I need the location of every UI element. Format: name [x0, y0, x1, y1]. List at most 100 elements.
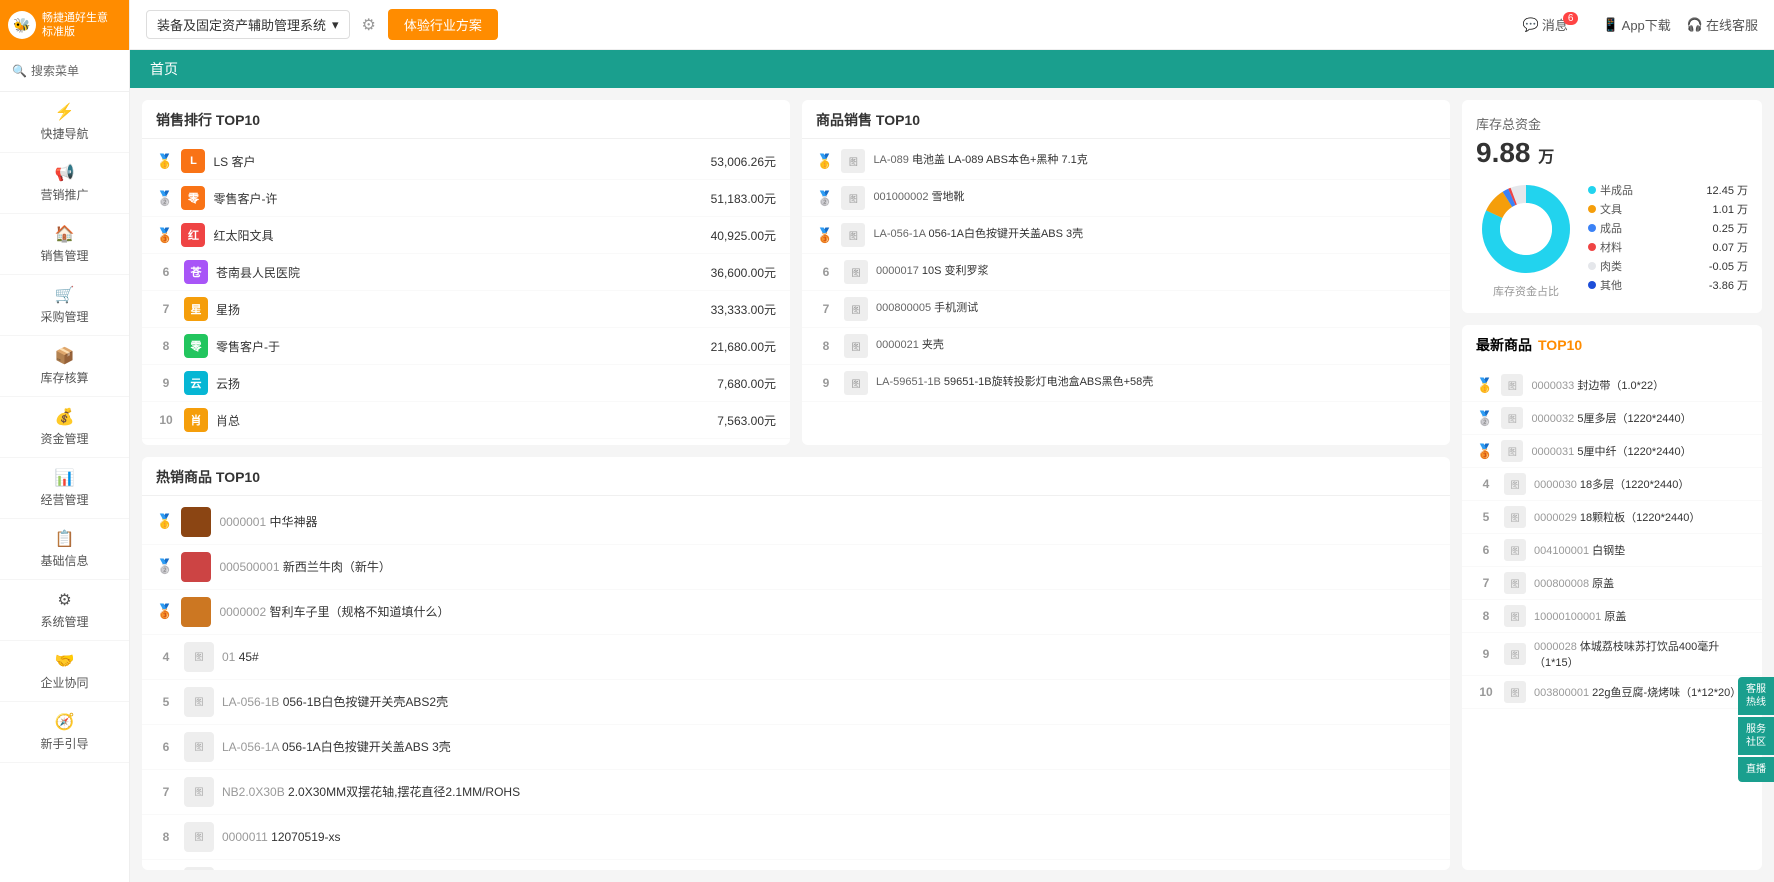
main-area: 装备及固定资产辅助管理系统 ▾ ⚙ 体验行业方案 💬 消息 6 📱 App下载 …: [130, 0, 1774, 882]
customer-avatar: 红: [181, 223, 205, 247]
headset-icon: 🎧: [1687, 17, 1703, 33]
hot-product-image: [181, 507, 211, 537]
legend-value: -0.05 万: [1709, 258, 1748, 274]
nav-icon-system: ⚙: [57, 590, 71, 610]
product-rank-header: 商品销售 TOP10: [802, 100, 1450, 139]
sidebar-item-purchase[interactable]: 🛒采购管理: [0, 275, 129, 336]
nav-icon-operations: 📊: [55, 468, 75, 488]
legend-item: 其他 -3.86 万: [1588, 277, 1748, 293]
topbar: 装备及固定资产辅助管理系统 ▾ ⚙ 体验行业方案 💬 消息 6 📱 App下载 …: [130, 0, 1774, 50]
legend-value: 0.07 万: [1713, 239, 1748, 255]
sidebar-item-sales[interactable]: 🏠销售管理: [0, 214, 129, 275]
legend-dot: [1588, 243, 1596, 251]
latest-products-list: 🥇 图 0000033 封边带（1.0*22） 🥈 图 0000032 5厘多层…: [1462, 365, 1762, 870]
search-menu-btn[interactable]: 🔍 搜索菜单: [8, 58, 121, 83]
online-service-btn[interactable]: 🎧 在线客服: [1687, 15, 1758, 34]
latest-product-item: 4 图 0000030 18多层（1220*2440）: [1462, 468, 1762, 501]
sales-value: 53,006.26元: [711, 153, 776, 170]
hot-product-item: 9 图 KK-SD22110H 花语萌值温分罐罐袋（厚款）: [142, 860, 1450, 870]
product-rank-item: 🥈 图 001000002 雪地靴: [802, 180, 1450, 217]
product-image: 图: [841, 149, 865, 173]
latest-product-image: 图: [1504, 572, 1526, 594]
nav-icon-inventory: 📦: [55, 346, 75, 366]
nav-icon-quick-nav: ⚡: [55, 102, 75, 122]
hot-product-image: [181, 597, 211, 627]
sidebar-item-inventory[interactable]: 📦库存核算: [0, 336, 129, 397]
float-btn-0[interactable]: 客服 热线: [1738, 677, 1774, 715]
nav-icon-finance: 💰: [55, 407, 75, 427]
hot-product-image: 图: [184, 777, 214, 807]
legend-value: 0.25 万: [1713, 220, 1748, 236]
search-icon: 🔍: [12, 64, 27, 78]
sidebar-item-operations[interactable]: 📊经营管理: [0, 458, 129, 519]
latest-product-image: 图: [1501, 440, 1523, 462]
sales-value: 40,925.00元: [711, 227, 776, 244]
sidebar-item-guide[interactable]: 🧭新手引导: [0, 702, 129, 763]
sidebar-item-basic[interactable]: 📋基础信息: [0, 519, 129, 580]
sales-rank-item: 🥈 零 零售客户-许 51,183.00元: [142, 180, 790, 217]
customer-name: 零售客户-许: [213, 190, 702, 207]
sidebar: 🐝 畅捷通好生意 标准版 🔍 搜索菜单 ⚡快捷导航📢营销推广🏠销售管理🛒采购管理…: [0, 0, 130, 882]
sales-value: 7,563.00元: [717, 412, 776, 429]
product-rank-list: 🥇 图 LA-089 电池盖 LA-089 ABS本色+黑种 7.1克 🥈 图 …: [802, 139, 1450, 445]
sales-rank-card: 销售排行 TOP10 🥇 L LS 客户 53,006.26元 🥈 零 零售客户…: [142, 100, 790, 445]
sidebar-item-quick-nav[interactable]: ⚡快捷导航: [0, 92, 129, 153]
system-name: 装备及固定资产辅助管理系统: [157, 15, 326, 34]
legend-label: 材料: [1600, 239, 1622, 255]
hot-product-image: [181, 552, 211, 582]
col-left-mid: 销售排行 TOP10 🥇 L LS 客户 53,006.26元 🥈 零 零售客户…: [142, 100, 1450, 870]
nav-icon-cooperation: 🤝: [55, 651, 75, 671]
latest-product-image: 图: [1504, 473, 1526, 495]
sidebar-item-marketing[interactable]: 📢营销推广: [0, 153, 129, 214]
legend-dot: [1588, 262, 1596, 270]
nav-icon-purchase: 🛒: [55, 285, 75, 305]
sidebar-item-cooperation[interactable]: 🤝企业协同: [0, 641, 129, 702]
legend-dot: [1588, 205, 1596, 213]
top-section: 销售排行 TOP10 🥇 L LS 客户 53,006.26元 🥈 零 零售客户…: [142, 100, 1450, 445]
app-download-btn[interactable]: 📱 App下载: [1602, 15, 1670, 34]
sales-rank-item: 6 苍 苍南县人民医院 36,600.00元: [142, 254, 790, 291]
logo-icon: 🐝: [8, 11, 36, 39]
hot-product-item: 🥉 0000002 智利车子里（规格不知道填什么）: [142, 590, 1450, 635]
latest-product-image: 图: [1501, 407, 1523, 429]
legend-item: 成品 0.25 万: [1588, 220, 1748, 236]
sales-rank-item: 10 肖 肖总 7,563.00元: [142, 402, 790, 439]
system-select[interactable]: 装备及固定资产辅助管理系统 ▾: [146, 10, 350, 39]
product-rank-item: 🥇 图 LA-089 电池盖 LA-089 ABS本色+黑种 7.1克: [802, 143, 1450, 180]
sidebar-search[interactable]: 🔍 搜索菜单: [0, 50, 129, 92]
hot-product-item: 4 图 01 45#: [142, 635, 1450, 680]
sales-rank-item: 🥉 红 红太阳文具 40,925.00元: [142, 217, 790, 254]
sidebar-item-finance[interactable]: 💰资金管理: [0, 397, 129, 458]
sales-value: 21,680.00元: [711, 338, 776, 355]
hot-product-image: 图: [184, 732, 214, 762]
latest-product-image: 图: [1504, 605, 1526, 627]
customer-name: 肖总: [216, 412, 709, 429]
sales-rank-list: 🥇 L LS 客户 53,006.26元 🥈 零 零售客户-许 51,183.0…: [142, 139, 790, 445]
float-btn-1[interactable]: 服务 社区: [1738, 717, 1774, 755]
sidebar-item-system[interactable]: ⚙系统管理: [0, 580, 129, 641]
settings-icon[interactable]: ⚙: [362, 15, 376, 35]
sales-rank-item: 7 星 星扬 33,333.00元: [142, 291, 790, 328]
nav-icon-marketing: 📢: [55, 163, 75, 183]
float-btn-2[interactable]: 直播: [1738, 757, 1774, 782]
trial-button[interactable]: 体验行业方案: [388, 9, 498, 40]
legend-value: 1.01 万: [1713, 201, 1748, 217]
hot-products-card: 热销商品 TOP10 🥇 0000001 中华神器 🥈 000500001 新西…: [142, 457, 1450, 870]
latest-product-item: 6 图 004100001 白钢垫: [1462, 534, 1762, 567]
message-btn[interactable]: 💬 消息 6: [1523, 15, 1587, 34]
inventory-legend: 半成品 12.45 万 文具 1.01 万 成品 0.25 万 材料 0.07 …: [1588, 182, 1748, 296]
product-image: 图: [844, 260, 868, 284]
donut-chart: [1476, 179, 1576, 279]
customer-avatar: 云: [184, 371, 208, 395]
nav-icon-sales: 🏠: [55, 224, 75, 244]
product-rank-item: 7 图 000800005 手机测试: [802, 291, 1450, 328]
inventory-amount: 9.88 万: [1476, 137, 1748, 169]
nav-list: ⚡快捷导航📢营销推广🏠销售管理🛒采购管理📦库存核算💰资金管理📊经营管理📋基础信息…: [0, 92, 129, 763]
legend-dot: [1588, 281, 1596, 289]
latest-product-image: 图: [1504, 539, 1526, 561]
customer-name: 云扬: [216, 375, 709, 392]
inventory-card: 库存总资金 9.88 万: [1462, 100, 1762, 313]
latest-product-item: 9 图 0000028 体城荔枝味苏打饮品400毫升（1*15）: [1462, 633, 1762, 676]
customer-avatar: 肖: [184, 408, 208, 432]
latest-product-item: 🥈 图 0000032 5厘多层（1220*2440）: [1462, 402, 1762, 435]
